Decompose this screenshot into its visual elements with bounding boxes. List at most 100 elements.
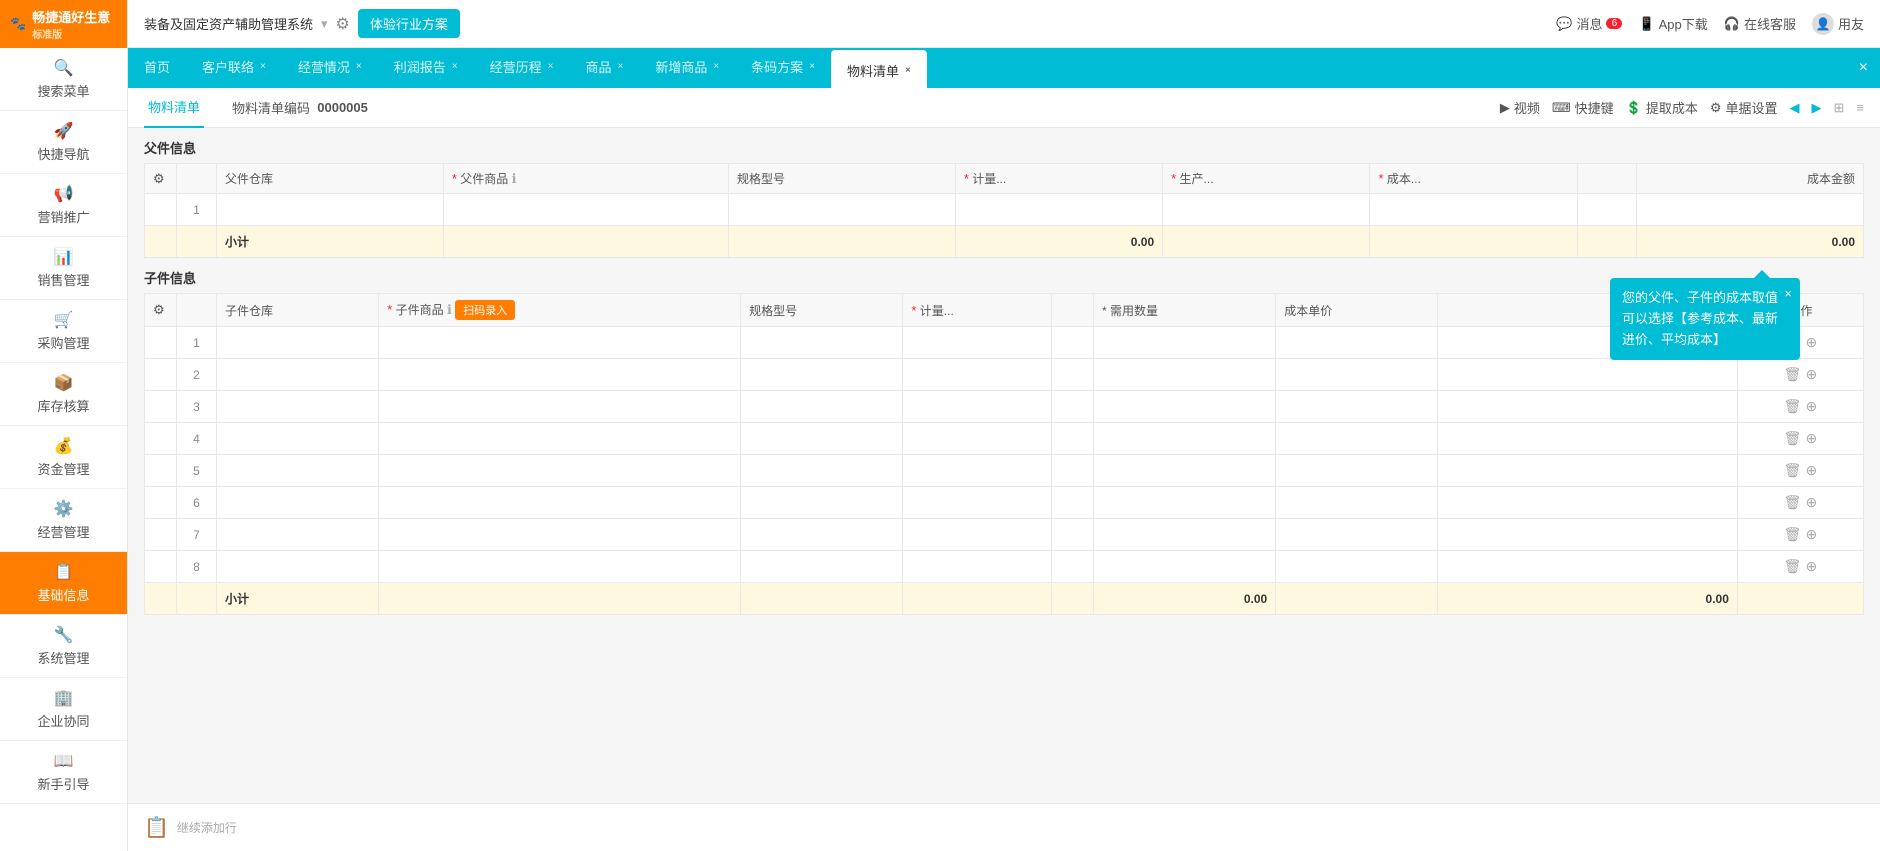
expand-button[interactable]: ⊞ xyxy=(1834,100,1845,116)
child-row-product[interactable] xyxy=(379,391,741,423)
nav-tab-operations-history[interactable]: 经营历程× xyxy=(474,48,570,86)
nav-next-button[interactable]: ▶ xyxy=(1812,100,1822,116)
online-service-item[interactable]: 🎧 在线客服 xyxy=(1724,14,1796,33)
child-row-warehouse[interactable] xyxy=(217,487,379,519)
nav-tab-profit-report[interactable]: 利润报告× xyxy=(378,48,474,86)
copy-icon[interactable]: ⊕ xyxy=(1805,526,1817,543)
sidebar-item-purchase[interactable]: 🛒 采购管理 xyxy=(0,300,127,363)
child-row-product[interactable] xyxy=(379,327,741,359)
child-row-quantity[interactable] xyxy=(1094,327,1276,359)
parent-row-production[interactable] xyxy=(1163,194,1370,226)
delete-icon[interactable]: 🗑 xyxy=(1784,526,1802,543)
sidebar-item-sales[interactable]: 📊 销售管理 xyxy=(0,237,127,300)
child-row-unit-cost[interactable] xyxy=(1276,359,1438,391)
delete-icon[interactable]: 🗑 xyxy=(1784,462,1802,479)
parent-row-product[interactable] xyxy=(443,194,728,226)
tooltip-close-button[interactable]: × xyxy=(1784,284,1792,305)
child-row-warehouse[interactable] xyxy=(217,391,379,423)
child-row-spec[interactable] xyxy=(741,423,903,455)
child-row-unit-cost[interactable] xyxy=(1276,551,1438,583)
nav-tab-home[interactable]: 首页 xyxy=(128,48,186,86)
sidebar-item-basic-info[interactable]: 📋 基础信息 xyxy=(0,552,127,615)
child-row-unit[interactable] xyxy=(903,391,1051,423)
child-row-unit[interactable] xyxy=(903,359,1051,391)
sidebar-item-guide[interactable]: 📖 新手引导 xyxy=(0,741,127,804)
close-tab-operations-status[interactable]: × xyxy=(356,61,362,72)
message-item[interactable]: 💬 消息 6 xyxy=(1556,14,1622,33)
child-row-spec[interactable] xyxy=(741,551,903,583)
child-row-spec[interactable] xyxy=(741,359,903,391)
child-row-unit-cost[interactable] xyxy=(1276,423,1438,455)
footer-add-hint[interactable]: 继续添加行 xyxy=(177,819,237,836)
copy-icon[interactable]: ⊕ xyxy=(1805,558,1817,575)
nav-tab-products[interactable]: 商品× xyxy=(569,48,639,86)
close-tab-operations-history[interactable]: × xyxy=(548,61,554,72)
child-row-unit-cost[interactable] xyxy=(1276,391,1438,423)
extract-cost-action[interactable]: 💲 提取成本 xyxy=(1626,98,1698,117)
close-tab-material-list[interactable]: × xyxy=(905,65,911,76)
child-row-product[interactable] xyxy=(379,455,741,487)
child-row-spec[interactable] xyxy=(741,391,903,423)
child-row-warehouse[interactable] xyxy=(217,359,379,391)
child-row-warehouse[interactable] xyxy=(217,455,379,487)
copy-icon[interactable]: ⊕ xyxy=(1805,334,1817,351)
delete-icon[interactable]: 🗑 xyxy=(1784,430,1802,447)
child-row-quantity[interactable] xyxy=(1094,487,1276,519)
nav-tab-new-products[interactable]: 新增商品× xyxy=(639,48,735,86)
system-dropdown-icon[interactable]: ▾ xyxy=(321,16,328,32)
copy-icon[interactable]: ⊕ xyxy=(1805,462,1817,479)
sidebar-item-enterprise[interactable]: 🏢 企业协同 xyxy=(0,678,127,741)
child-row-warehouse[interactable] xyxy=(217,519,379,551)
child-row-product[interactable] xyxy=(379,519,741,551)
delete-icon[interactable]: 🗑 xyxy=(1784,494,1802,511)
close-tab-customers[interactable]: × xyxy=(260,61,266,72)
child-row-unit[interactable] xyxy=(903,423,1051,455)
parent-row-unit[interactable] xyxy=(955,194,1162,226)
nav-tab-customers[interactable]: 客户联络× xyxy=(186,48,282,86)
sidebar-item-quick-nav[interactable]: 🚀 快捷导航 xyxy=(0,111,127,174)
child-row-quantity[interactable] xyxy=(1094,455,1276,487)
child-row-spec[interactable] xyxy=(741,487,903,519)
trial-button[interactable]: 体验行业方案 xyxy=(358,9,460,38)
child-row-spec[interactable] xyxy=(741,519,903,551)
child-row-unit-cost[interactable] xyxy=(1276,519,1438,551)
gear-icon[interactable]: ⚙ xyxy=(153,171,165,186)
child-row-warehouse[interactable] xyxy=(217,327,379,359)
copy-icon[interactable]: ⊕ xyxy=(1805,366,1817,383)
close-all-tabs-button[interactable]: × xyxy=(1847,59,1880,77)
sidebar-item-system[interactable]: 🔧 系统管理 xyxy=(0,615,127,678)
child-row-unit-cost[interactable] xyxy=(1276,487,1438,519)
sidebar-item-finance[interactable]: 💰 资金管理 xyxy=(0,426,127,489)
scan-button[interactable]: 扫码录入 xyxy=(455,300,515,320)
child-row-unit[interactable] xyxy=(903,551,1051,583)
subtab-material-list[interactable]: 物料清单 xyxy=(144,88,204,128)
settings-icon[interactable]: ⚙ xyxy=(336,14,350,34)
child-row-unit-cost[interactable] xyxy=(1276,455,1438,487)
close-tab-new-products[interactable]: × xyxy=(713,61,719,72)
parent-row-spec[interactable] xyxy=(728,194,955,226)
gear-icon-child[interactable]: ⚙ xyxy=(153,302,165,317)
nav-tab-operations-status[interactable]: 经营情况× xyxy=(282,48,378,86)
sidebar-item-operations[interactable]: ⚙️ 经营管理 xyxy=(0,489,127,552)
child-row-quantity[interactable] xyxy=(1094,551,1276,583)
copy-icon[interactable]: ⊕ xyxy=(1805,494,1817,511)
delete-icon[interactable]: 🗑 xyxy=(1784,366,1802,383)
delete-icon[interactable]: 🗑 xyxy=(1784,398,1802,415)
child-row-warehouse[interactable] xyxy=(217,551,379,583)
nav-prev-button[interactable]: ◀ xyxy=(1790,100,1800,116)
child-row-unit[interactable] xyxy=(903,519,1051,551)
more-button[interactable]: ≡ xyxy=(1856,100,1864,115)
parent-row-cost[interactable] xyxy=(1370,194,1577,226)
close-tab-products[interactable]: × xyxy=(617,61,623,72)
child-row-unit-cost[interactable] xyxy=(1276,327,1438,359)
child-row-product[interactable] xyxy=(379,487,741,519)
child-row-product[interactable] xyxy=(379,359,741,391)
child-row-unit[interactable] xyxy=(903,327,1051,359)
child-row-warehouse[interactable] xyxy=(217,423,379,455)
child-row-spec[interactable] xyxy=(741,327,903,359)
child-row-product[interactable] xyxy=(379,551,741,583)
copy-icon[interactable]: ⊕ xyxy=(1805,398,1817,415)
sidebar-item-marketing[interactable]: 📢 营销推广 xyxy=(0,174,127,237)
sidebar-item-inventory[interactable]: 📦 库存核算 xyxy=(0,363,127,426)
video-action[interactable]: ▶ 视频 xyxy=(1500,98,1540,117)
